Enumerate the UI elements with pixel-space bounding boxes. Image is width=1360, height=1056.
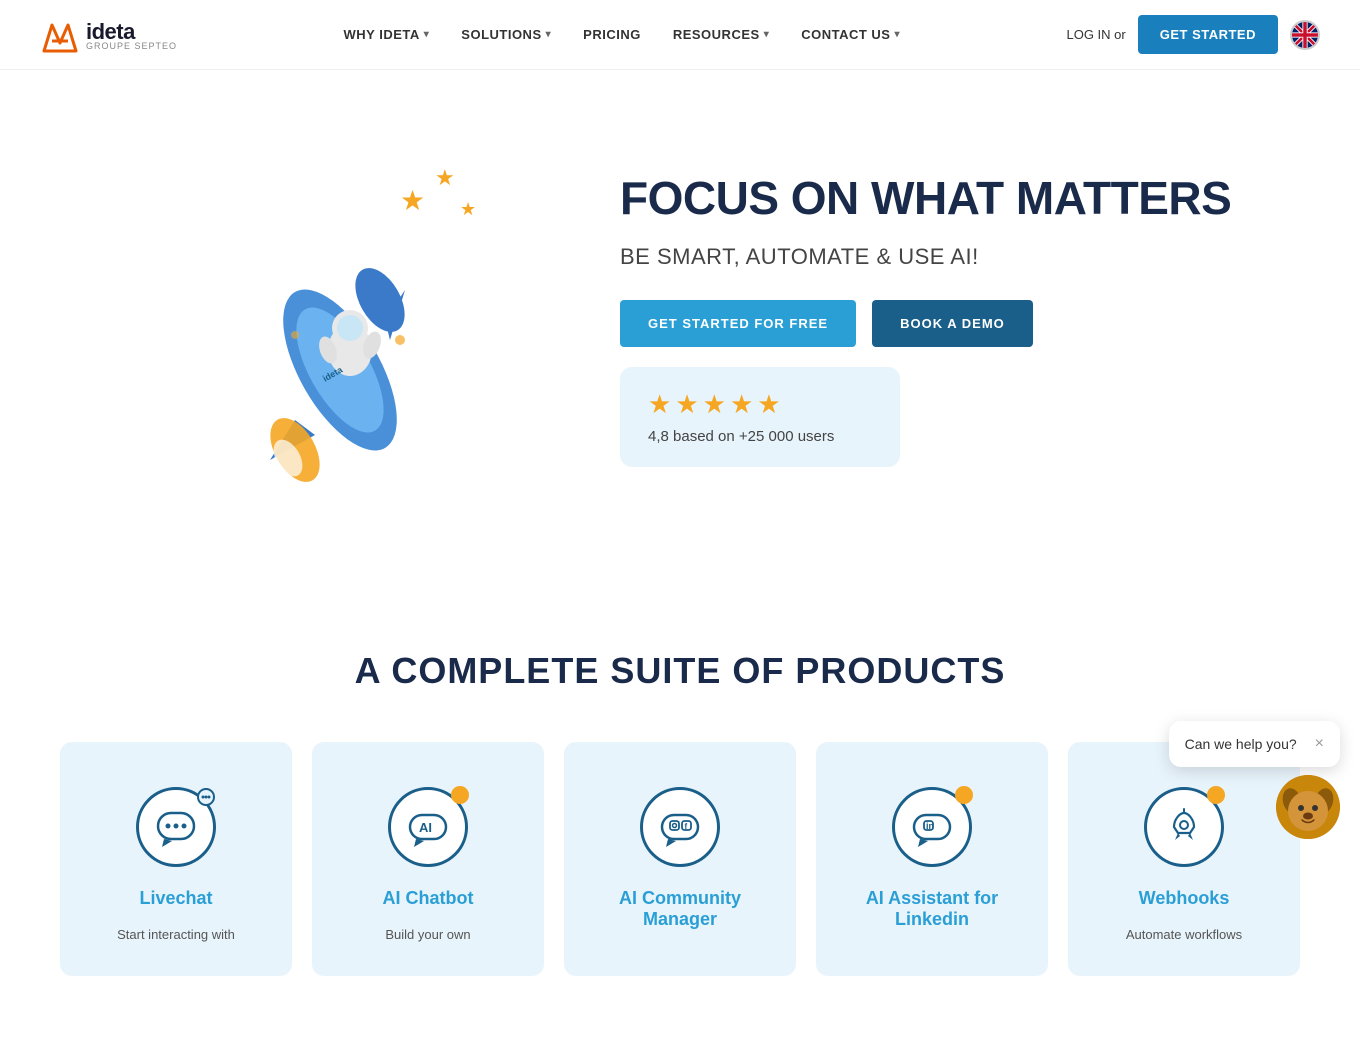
logo-text: ideta bbox=[86, 19, 135, 44]
community-icon: f bbox=[640, 787, 720, 867]
nav-pricing[interactable]: PRICING bbox=[583, 27, 641, 42]
star-4: ★ bbox=[730, 389, 753, 420]
chat-bubble[interactable]: Can we help you? × bbox=[1169, 721, 1340, 767]
close-icon[interactable]: × bbox=[1315, 735, 1324, 753]
products-title: A COMPLETE SUITE OF PRODUCTS bbox=[60, 650, 1300, 692]
product-card-linkedin[interactable]: in AI Assistant for Linkedin bbox=[816, 742, 1048, 976]
linkedin-name: AI Assistant for Linkedin bbox=[840, 888, 1024, 930]
chatbot-name: AI Chatbot bbox=[383, 888, 474, 909]
svg-text:AI: AI bbox=[419, 820, 432, 835]
chevron-down-icon: ▾ bbox=[546, 29, 552, 40]
livechat-badge bbox=[197, 788, 215, 806]
language-selector[interactable] bbox=[1290, 20, 1320, 50]
svg-text:★: ★ bbox=[400, 185, 425, 216]
livechat-desc: Start interacting with bbox=[117, 925, 235, 945]
rating-card: ★ ★ ★ ★ ★ 4,8 based on +25 000 users bbox=[620, 367, 900, 467]
star-5: ★ bbox=[757, 389, 780, 420]
nav-menu: WHY IDETA ▾ SOLUTIONS ▾ PRICING RESOURCE… bbox=[344, 27, 901, 42]
livechat-name: Livechat bbox=[139, 888, 212, 909]
community-name: AI Community Manager bbox=[588, 888, 772, 930]
navbar-right: LOG IN or GET STARTED bbox=[1066, 15, 1320, 54]
hero-subtitle: BE SMART, AUTOMATE & USE AI! bbox=[620, 244, 979, 270]
nav-resources[interactable]: RESOURCES ▾ bbox=[673, 27, 769, 42]
chevron-down-icon: ▾ bbox=[894, 29, 900, 40]
livechat-icon bbox=[136, 787, 216, 867]
webhooks-name: Webhooks bbox=[1139, 888, 1230, 909]
get-started-button[interactable]: GET STARTED bbox=[1138, 15, 1278, 54]
hero-illustration: ★ ★ ★ ideta bbox=[140, 150, 520, 490]
hero-content: FOCUS ON WHAT MATTERS BE SMART, AUTOMATE… bbox=[580, 173, 1260, 467]
book-demo-button[interactable]: BOOK A DEMO bbox=[872, 300, 1033, 347]
nav-contact[interactable]: CONTACT US ▾ bbox=[801, 27, 900, 42]
nav-why-ideta[interactable]: WHY IDETA ▾ bbox=[344, 27, 430, 42]
hero-buttons: GET STARTED FOR FREE BOOK A DEMO bbox=[620, 300, 1033, 347]
product-card-community[interactable]: f AI Community Manager bbox=[564, 742, 796, 976]
hero-illustration-area: ★ ★ ★ ideta bbox=[80, 150, 580, 490]
chat-bubble-text: Can we help you? bbox=[1185, 736, 1297, 752]
svg-text:f: f bbox=[685, 822, 688, 831]
chatbot-icon: AI bbox=[388, 787, 468, 867]
hero-title: FOCUS ON WHAT MATTERS bbox=[620, 173, 1231, 224]
rating-text: 4,8 based on +25 000 users bbox=[648, 428, 872, 445]
chat-widget: Can we help you? × bbox=[1169, 721, 1340, 839]
star-rating: ★ ★ ★ ★ ★ bbox=[648, 389, 872, 420]
star-3: ★ bbox=[703, 389, 726, 420]
products-grid: Livechat Start interacting with AI AI Ch… bbox=[60, 742, 1300, 976]
navbar: ideta GROUPE SEPTEO WHY IDETA ▾ SOLUTION… bbox=[0, 0, 1360, 70]
logo[interactable]: ideta GROUPE SEPTEO bbox=[40, 15, 177, 55]
product-card-chatbot[interactable]: AI AI Chatbot Build your own bbox=[312, 742, 544, 976]
product-card-livechat[interactable]: Livechat Start interacting with bbox=[60, 742, 292, 976]
svg-text:in: in bbox=[926, 821, 934, 831]
linkedin-icon: in bbox=[892, 787, 972, 867]
chat-avatar[interactable] bbox=[1276, 775, 1340, 839]
nav-solutions[interactable]: SOLUTIONS ▾ bbox=[461, 27, 551, 42]
chevron-down-icon: ▾ bbox=[424, 29, 430, 40]
get-started-free-button[interactable]: GET STARTED FOR FREE bbox=[620, 300, 856, 347]
login-text[interactable]: LOG IN or bbox=[1066, 27, 1125, 42]
webhooks-desc: Automate workflows bbox=[1126, 925, 1242, 945]
products-section: A COMPLETE SUITE OF PRODUCTS bbox=[0, 590, 1360, 1056]
chevron-down-icon: ▾ bbox=[764, 29, 770, 40]
svg-text:★: ★ bbox=[435, 165, 455, 190]
star-1: ★ bbox=[648, 389, 671, 420]
svg-text:★: ★ bbox=[460, 199, 476, 219]
logo-subtext: GROUPE SEPTEO bbox=[86, 41, 177, 51]
star-2: ★ bbox=[675, 389, 698, 420]
hero-section: ★ ★ ★ ideta bbox=[0, 70, 1360, 590]
chatbot-desc: Build your own bbox=[385, 925, 470, 945]
